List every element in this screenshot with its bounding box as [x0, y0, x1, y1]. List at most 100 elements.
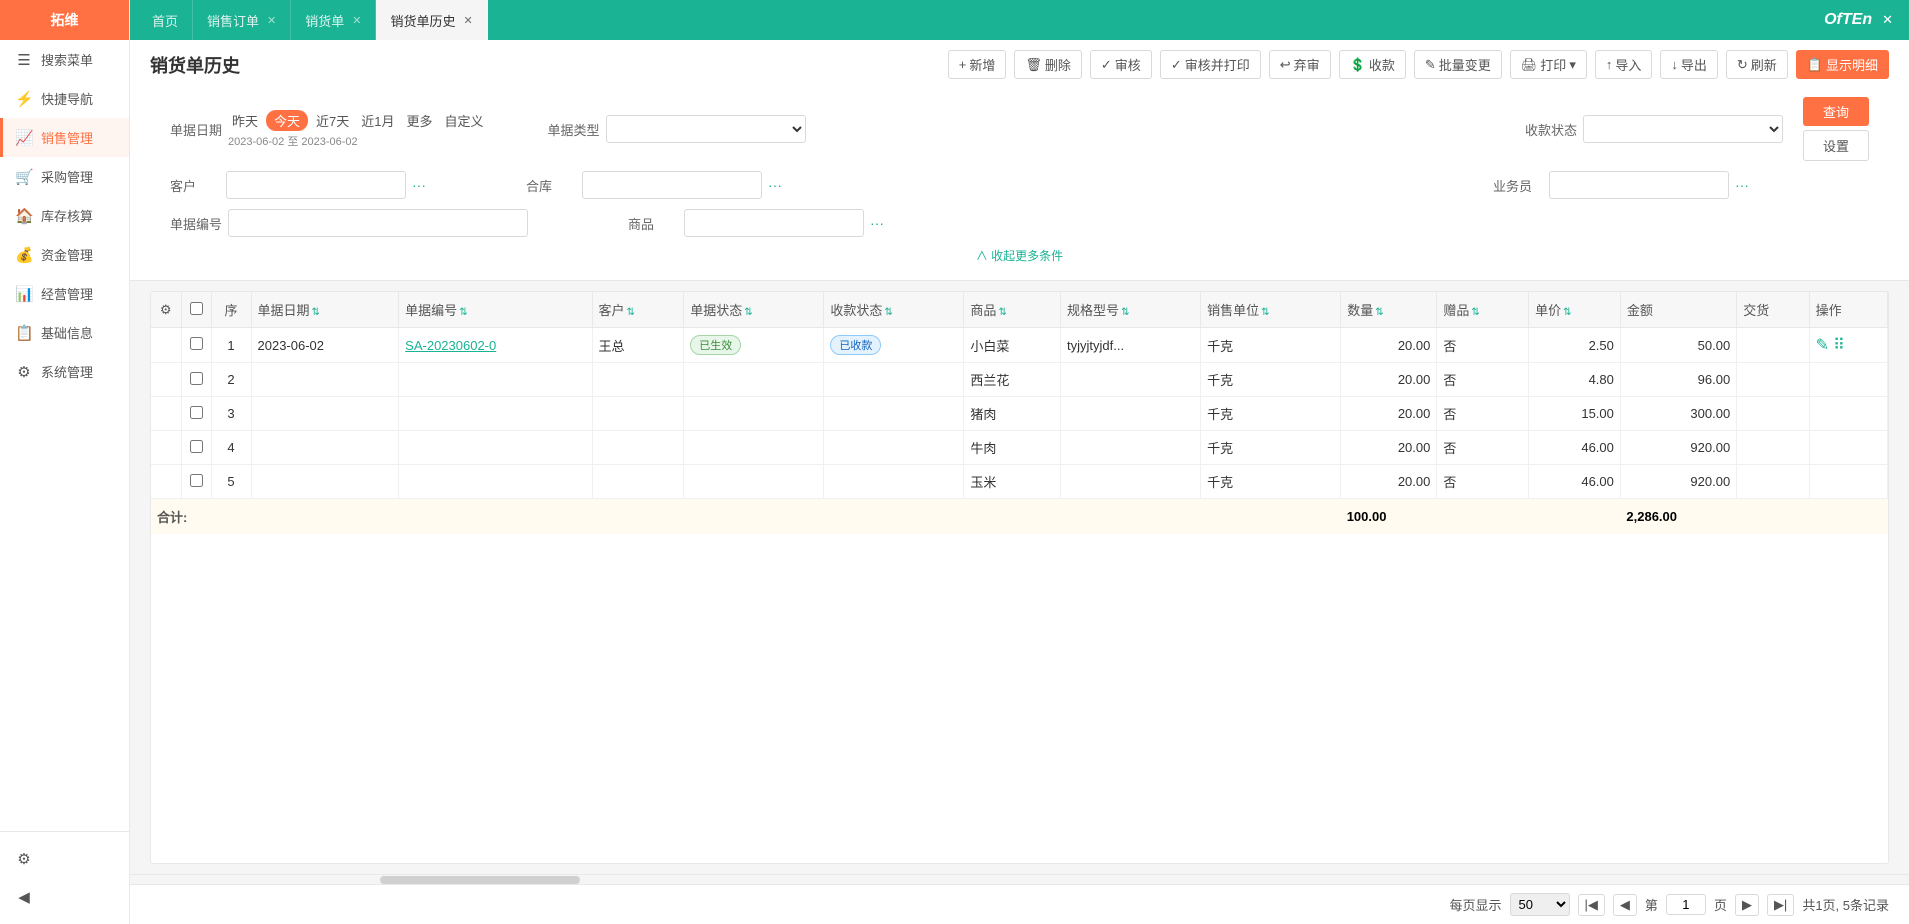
last-page-button[interactable]: ▶|	[1767, 894, 1794, 916]
col-spec-type[interactable]: 规格型号⇅	[1061, 292, 1201, 328]
customer-picker-icon[interactable]: ···	[412, 177, 426, 193]
col-check[interactable]	[181, 292, 211, 328]
row-spec-type	[1061, 363, 1201, 397]
collapse-button[interactable]: ∧ 收起更多条件	[976, 247, 1063, 264]
add-button[interactable]: + 新增	[948, 50, 1007, 79]
col-doc-date[interactable]: 单据日期⇅	[251, 292, 399, 328]
sidebar-item-quick-nav[interactable]: ⚡ 快捷导航	[0, 79, 129, 118]
row-unit-price: 2.50	[1529, 328, 1621, 363]
row-goods: 玉米	[964, 465, 1061, 499]
topbar-close-btn[interactable]: ✕	[1882, 12, 1893, 28]
scroll-thumb[interactable]	[380, 876, 580, 884]
row-doc-date	[251, 431, 399, 465]
col-goods[interactable]: 商品⇅	[964, 292, 1061, 328]
edit-icon[interactable]: ✎	[1816, 335, 1829, 355]
goods-label: 商品	[628, 214, 678, 233]
refresh-button[interactable]: ↻ 刷新	[1726, 50, 1788, 79]
col-customer[interactable]: 客户⇅	[592, 292, 684, 328]
warehouse-input[interactable]	[582, 171, 762, 199]
col-doc-no[interactable]: 单据编号⇅	[399, 292, 592, 328]
row-check[interactable]	[181, 465, 211, 499]
sidebar-item-finance-mgmt[interactable]: 💰 资金管理	[0, 235, 129, 274]
col-payment-status[interactable]: 收款状态⇅	[824, 292, 964, 328]
tab-sales-goods-close[interactable]: ✕	[352, 14, 361, 27]
sidebar-collapse-icon[interactable]: ◀	[0, 878, 129, 916]
shortcut-1month[interactable]: 近1月	[357, 110, 398, 131]
sidebar-item-purchase-mgmt[interactable]: 🛒 采购管理	[0, 157, 129, 196]
row-gift: 否	[1437, 465, 1529, 499]
audit-button[interactable]: ✓ 审核	[1090, 50, 1152, 79]
sidebar-item-operations-mgmt[interactable]: 📊 经营管理	[0, 274, 129, 313]
salesperson-input[interactable]	[1549, 171, 1729, 199]
row-doc-no	[399, 363, 592, 397]
goods-input[interactable]	[684, 209, 864, 237]
sidebar-settings-icon[interactable]: ⚙	[0, 840, 129, 878]
row-doc-no	[399, 431, 592, 465]
row-amount: 96.00	[1620, 363, 1736, 397]
tab-sales-history[interactable]: 销货单历史 ✕	[376, 0, 487, 40]
sidebar-item-basic-info[interactable]: 📋 基础信息	[0, 313, 129, 352]
shortcut-today[interactable]: 今天	[266, 110, 308, 131]
tab-sales-goods[interactable]: 销货单 ✕	[291, 0, 376, 40]
col-sales-unit[interactable]: 销售单位⇅	[1201, 292, 1341, 328]
row-check[interactable]	[181, 328, 211, 363]
col-settings[interactable]: ⚙	[151, 292, 181, 328]
col-gift[interactable]: 赠品⇅	[1437, 292, 1529, 328]
shortcut-7days[interactable]: 近7天	[312, 110, 353, 131]
col-doc-status[interactable]: 单据状态⇅	[684, 292, 824, 328]
sidebar-item-sales-mgmt[interactable]: 📈 销售管理	[0, 118, 129, 157]
batch-change-button[interactable]: ✎ 批量变更	[1414, 50, 1502, 79]
select-all-checkbox[interactable]	[190, 302, 203, 315]
abandon-icon: ↩	[1280, 57, 1291, 73]
abandon-button[interactable]: ↩ 弃审	[1269, 50, 1331, 79]
tab-sales-order-close[interactable]: ✕	[267, 14, 276, 27]
delete-button[interactable]: 🗑 删除	[1014, 50, 1082, 79]
page-number-input[interactable]	[1666, 894, 1706, 915]
settings-gear-icon[interactable]: ⚙	[160, 302, 172, 317]
audit-print-button[interactable]: ✓ 审核并打印	[1160, 50, 1261, 79]
print-button[interactable]: 🖨 打印 ▾	[1510, 50, 1587, 79]
doc-no-link[interactable]: SA-20230602-0	[405, 338, 496, 353]
receive-button[interactable]: 💲 收款	[1339, 50, 1406, 79]
next-page-button[interactable]: ▶	[1735, 894, 1759, 916]
salesperson-picker-icon[interactable]: ···	[1735, 177, 1749, 193]
sidebar-item-search-menu[interactable]: ☰ 搜索菜单	[0, 40, 129, 79]
row-check[interactable]	[181, 363, 211, 397]
page-size-select[interactable]: 50 100 200	[1510, 893, 1570, 916]
doc-type-select[interactable]	[606, 115, 806, 143]
row-checkbox[interactable]	[190, 337, 203, 350]
row-check[interactable]	[181, 397, 211, 431]
col-quantity[interactable]: 数量⇅	[1341, 292, 1437, 328]
row-checkbox[interactable]	[190, 440, 203, 453]
payment-status-select[interactable]	[1583, 115, 1783, 143]
horizontal-scrollbar[interactable]	[130, 874, 1909, 884]
row-checkbox[interactable]	[190, 474, 203, 487]
query-button[interactable]: 查询	[1803, 97, 1869, 126]
goods-picker-icon[interactable]: ···	[870, 215, 884, 231]
tab-sales-order[interactable]: 销售订单 ✕	[193, 0, 291, 40]
sidebar-item-system-mgmt[interactable]: ⚙ 系统管理	[0, 352, 129, 391]
set-button[interactable]: 设置	[1803, 130, 1869, 161]
export-button[interactable]: ↓ 导出	[1660, 50, 1718, 79]
row-customer: 王总	[592, 328, 684, 363]
shortcut-yesterday[interactable]: 昨天	[228, 110, 262, 131]
customer-input[interactable]	[226, 171, 406, 199]
brand-text: OfTEn	[1824, 11, 1872, 29]
col-no: 序	[211, 292, 251, 328]
doc-no-input[interactable]	[228, 209, 528, 237]
first-page-button[interactable]: |◀	[1578, 894, 1605, 916]
row-check[interactable]	[181, 431, 211, 465]
tab-home[interactable]: 首页	[138, 0, 193, 40]
row-checkbox[interactable]	[190, 406, 203, 419]
show-detail-button[interactable]: 📋 显示明细	[1796, 50, 1889, 79]
shortcut-more[interactable]: 更多	[403, 110, 437, 131]
more-icon[interactable]: ⠿	[1833, 335, 1845, 355]
tab-sales-history-close[interactable]: ✕	[464, 14, 473, 27]
col-unit-price[interactable]: 单价⇅	[1529, 292, 1621, 328]
row-checkbox[interactable]	[190, 372, 203, 385]
shortcut-custom[interactable]: 自定义	[441, 110, 488, 131]
warehouse-picker-icon[interactable]: ···	[768, 177, 782, 193]
import-button[interactable]: ↑ 导入	[1595, 50, 1653, 79]
sidebar-item-inventory[interactable]: 🏠 库存核算	[0, 196, 129, 235]
prev-page-button[interactable]: ◀	[1613, 894, 1637, 916]
